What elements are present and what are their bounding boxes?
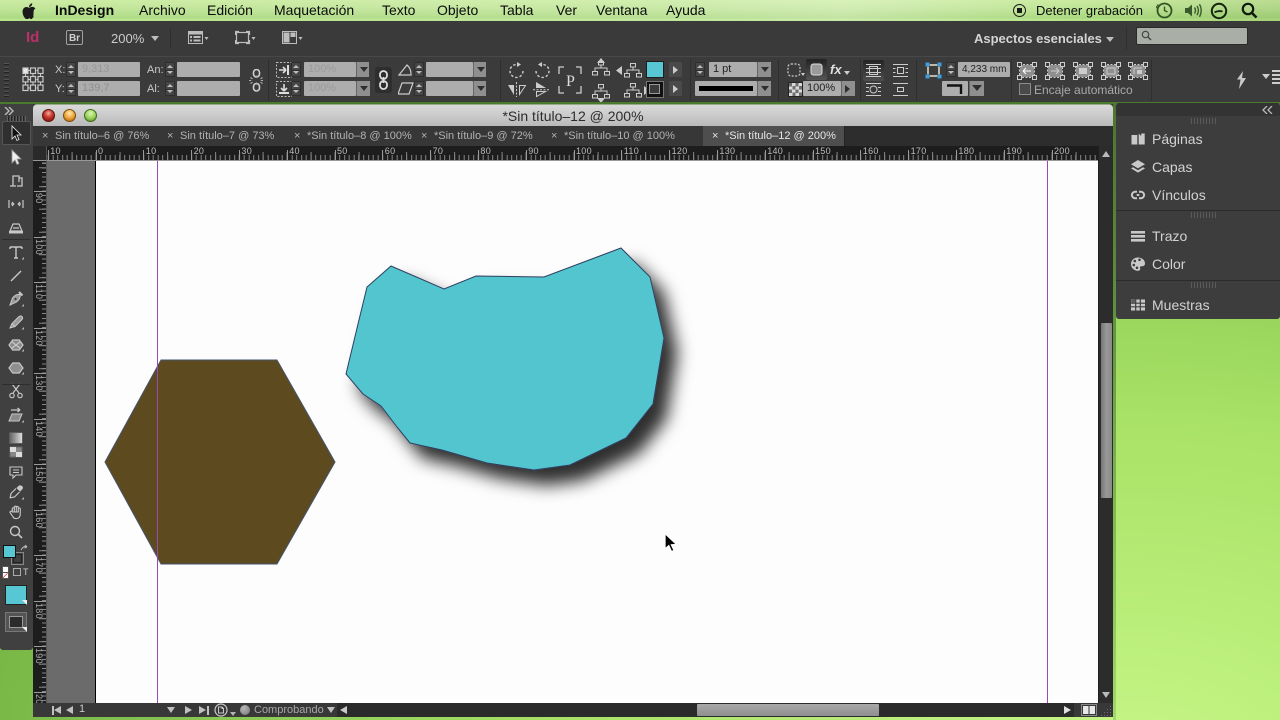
svg-text:P: P <box>566 73 575 90</box>
